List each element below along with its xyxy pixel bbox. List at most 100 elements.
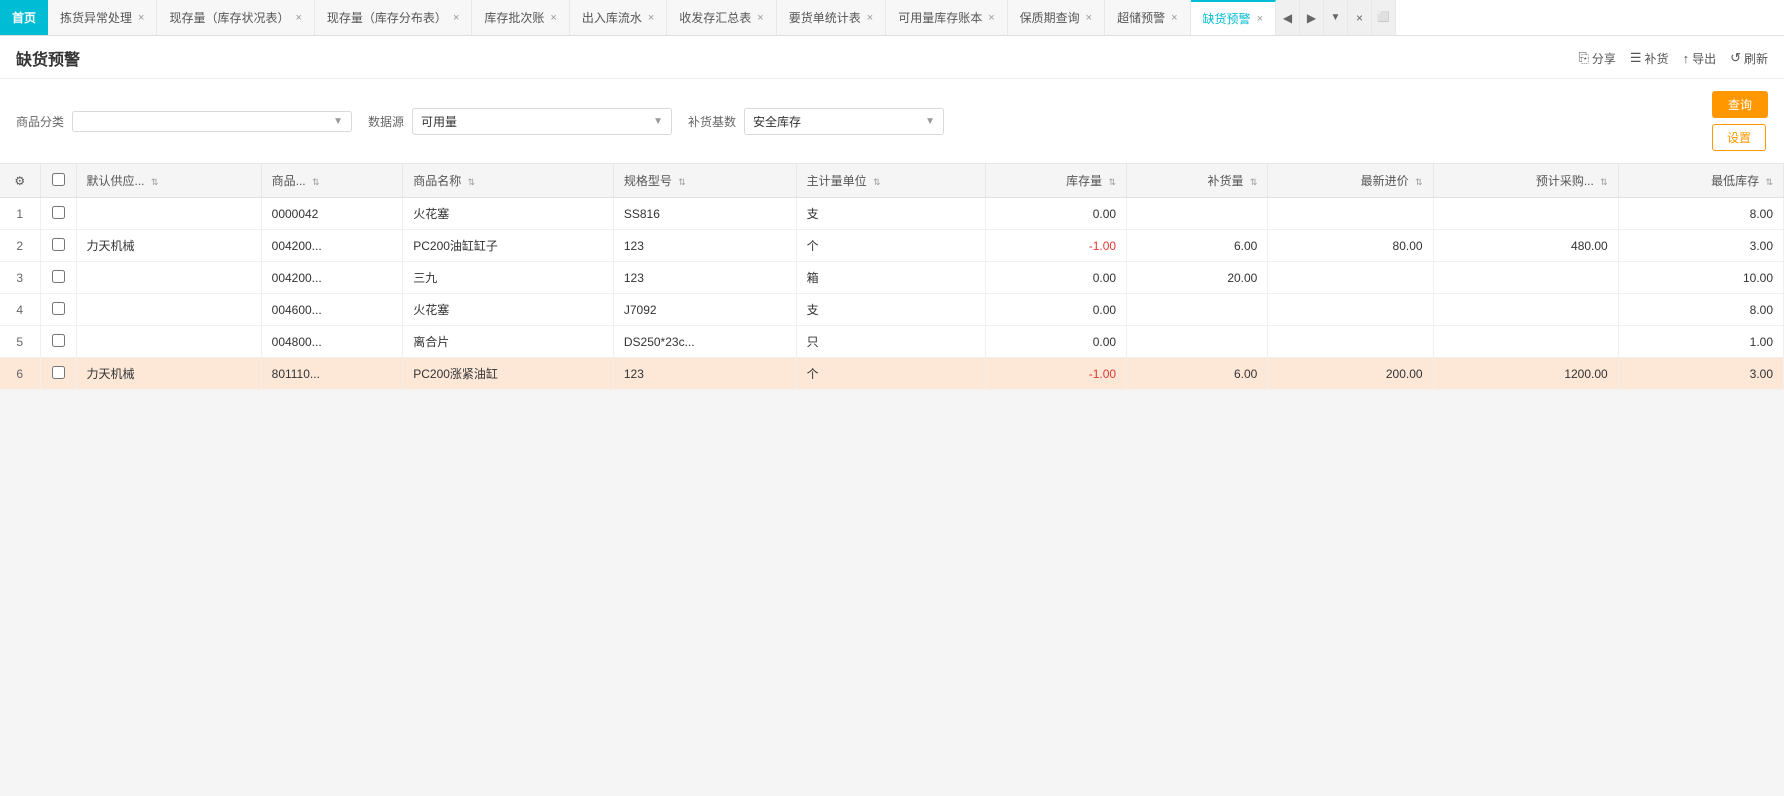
table-row: 5 004800... 离合片 DS250*23c... 只 0.00 1.00 [0,326,1784,358]
column-latest-price[interactable]: 最新进价 ⇅ [1268,164,1433,198]
tab-maximize-button[interactable]: ⬜ [1372,0,1396,35]
row-checkbox-cell[interactable] [40,262,76,294]
column-product-name[interactable]: 商品名称 ⇅ [403,164,614,198]
tab-close-all-button[interactable]: × [1348,0,1372,35]
tab-batch-account[interactable]: 库存批次账 × [472,0,569,35]
tab-menu-button[interactable]: ▼ [1324,0,1348,35]
column-product-code[interactable]: 商品... ⇅ [261,164,403,198]
share-button[interactable]: ⎘ 分享 [1578,50,1615,67]
column-checkbox-header[interactable] [40,164,76,198]
supplement-button[interactable]: ☰ 补货 [1630,50,1669,67]
column-stock-qty[interactable]: 库存量 ⇅ [985,164,1126,198]
row-checkbox[interactable] [52,302,65,315]
row-checkbox[interactable] [52,270,65,283]
row-checkbox[interactable] [52,334,65,347]
row-unit: 箱 [796,262,985,294]
tab-stocking-exception[interactable]: 拣货异常处理 × [48,0,157,35]
tab-close-icon[interactable]: × [988,12,994,24]
tab-close-icon[interactable]: × [550,12,556,24]
row-est-purchase [1433,294,1618,326]
datasource-select[interactable]: 可用量 ▼ [412,108,672,135]
tab-overstock-warning[interactable]: 超储预警 × [1105,0,1190,35]
query-button[interactable]: 查询 [1712,91,1768,118]
row-latest-price [1268,198,1433,230]
tab-label: 现存量（库存状况表） [169,9,289,26]
category-select[interactable]: ▼ [72,111,352,132]
column-default-supplier[interactable]: 默认供应... ⇅ [76,164,261,198]
settings-button[interactable]: 设置 [1712,124,1766,151]
tab-close-icon[interactable]: × [1171,12,1177,24]
row-checkbox[interactable] [52,238,65,251]
tab-home[interactable]: 首页 [0,0,48,35]
table-row: 4 004600... 火花塞 J7092 支 0.00 8.00 [0,294,1784,326]
column-unit[interactable]: 主计量单位 ⇅ [796,164,985,198]
row-checkbox-cell[interactable] [40,198,76,230]
row-checkbox-cell[interactable] [40,358,76,390]
tab-close-icon[interactable]: × [453,12,459,24]
tab-close-icon[interactable]: × [1086,12,1092,24]
sort-icon: ⇅ [312,177,320,187]
category-filter-group: 商品分类 ▼ [16,111,352,132]
table-row: 2 力天机械 004200... PC200油缸缸子 123 个 -1.00 6… [0,230,1784,262]
table-body: 1 0000042 火花塞 SS816 支 0.00 8.00 2 力天机械 0… [0,198,1784,390]
table-row: 3 004200... 三九 123 箱 0.00 20.00 10.00 [0,262,1784,294]
tab-close-icon[interactable]: × [757,12,763,24]
datasource-filter-group: 数据源 可用量 ▼ [368,108,672,135]
tab-inventory-dist[interactable]: 现存量（库存分布表） × [315,0,472,35]
tab-close-icon[interactable]: × [295,12,301,24]
row-stock-qty: 0.00 [985,294,1126,326]
share-icon: ⎘ [1578,50,1588,66]
column-min-stock[interactable]: 最低库存 ⇅ [1618,164,1783,198]
row-default-supplier [76,294,261,326]
tab-close-icon[interactable]: × [138,12,144,24]
tab-label: 要货单统计表 [789,9,861,26]
row-est-purchase [1433,262,1618,294]
row-default-supplier [76,262,261,294]
tab-bar: 首页 拣货异常处理 × 现存量（库存状况表） × 现存量（库存分布表） × 库存… [0,0,1784,36]
table-row: 1 0000042 火花塞 SS816 支 0.00 8.00 [0,198,1784,230]
export-button[interactable]: ↑ 导出 [1683,50,1717,67]
replenish-base-filter-group: 补货基数 安全库存 ▼ [688,108,944,135]
select-all-checkbox[interactable] [52,173,65,186]
row-replenish-qty: 6.00 [1127,358,1268,390]
row-unit: 只 [796,326,985,358]
row-latest-price [1268,262,1433,294]
row-est-purchase: 1200.00 [1433,358,1618,390]
data-table: ⚙ 默认供应... ⇅ 商品... ⇅ 商品名称 ⇅ [0,164,1784,390]
tab-close-icon[interactable]: × [648,12,654,24]
row-checkbox-cell[interactable] [40,230,76,262]
row-checkbox[interactable] [52,206,65,219]
row-stock-qty: 0.00 [985,326,1126,358]
column-spec[interactable]: 规格型号 ⇅ [613,164,796,198]
replenish-base-select[interactable]: 安全库存 ▼ [744,108,944,135]
datasource-select-value: 可用量 [421,113,653,130]
tab-close-icon[interactable]: × [1257,13,1263,25]
tab-receive-summary[interactable]: 收发存汇总表 × [667,0,776,35]
tab-close-icon[interactable]: × [867,12,873,24]
tab-available-account[interactable]: 可用量库存账本 × [886,0,1007,35]
tab-next-button[interactable]: ▶ [1300,0,1324,35]
column-est-purchase[interactable]: 预计采购... ⇅ [1433,164,1618,198]
row-min-stock: 8.00 [1618,198,1783,230]
chevron-down-icon: ▼ [333,116,343,127]
row-latest-price [1268,326,1433,358]
column-replenish-qty[interactable]: 补货量 ⇅ [1127,164,1268,198]
column-settings[interactable]: ⚙ [0,164,40,198]
tab-expiry-query[interactable]: 保质期查询 × [1008,0,1105,35]
tab-in-out-flow[interactable]: 出入库流水 × [570,0,667,35]
tab-label: 保质期查询 [1020,9,1080,26]
row-spec: 123 [613,230,796,262]
tab-shortage-warning[interactable]: 缺货预警 × [1191,0,1276,35]
tab-inventory-status[interactable]: 现存量（库存状况表） × [157,0,314,35]
row-checkbox-cell[interactable] [40,294,76,326]
tab-prev-button[interactable]: ◀ [1276,0,1300,35]
page-header: 缺货预警 ⎘ 分享 ☰ 补货 ↑ 导出 ↺ 刷新 [0,36,1784,79]
row-est-purchase [1433,198,1618,230]
tab-label: 可用量库存账本 [898,9,982,26]
row-min-stock: 1.00 [1618,326,1783,358]
tab-demand-stats[interactable]: 要货单统计表 × [777,0,886,35]
refresh-button[interactable]: ↺ 刷新 [1730,50,1768,67]
row-checkbox-cell[interactable] [40,326,76,358]
chevron-down-icon: ▼ [653,116,663,127]
row-checkbox[interactable] [52,366,65,379]
